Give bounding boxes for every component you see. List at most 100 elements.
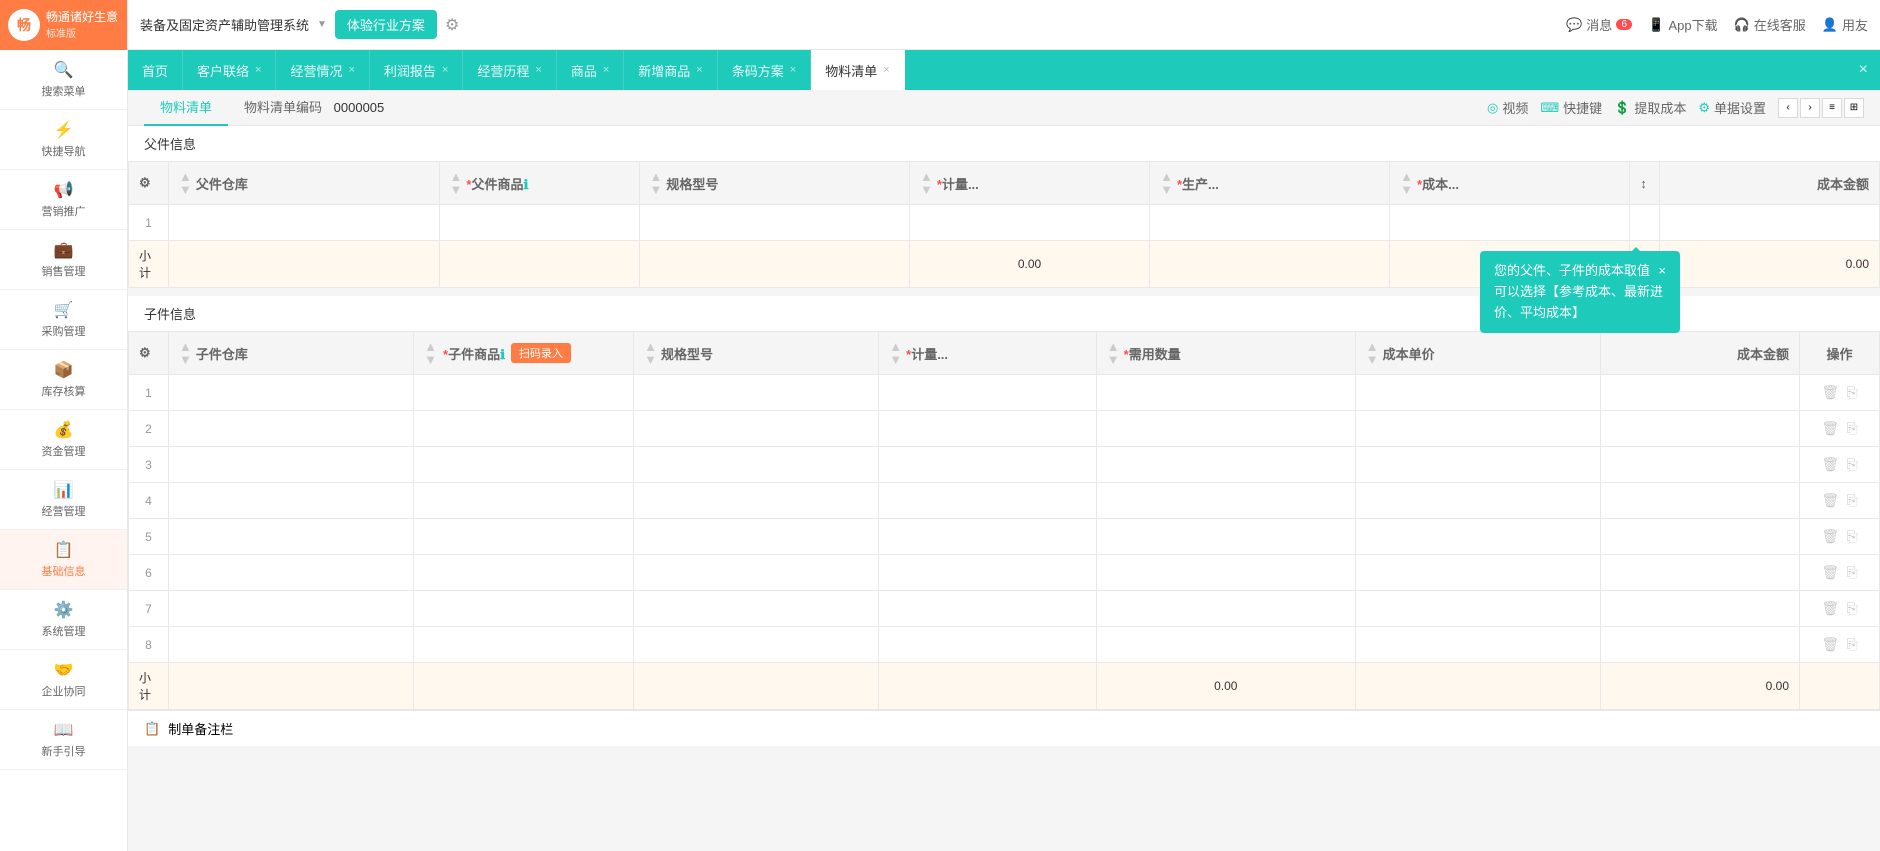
child-row-1-copy-icon[interactable]: ⎘ — [1846, 384, 1857, 400]
child-row-1-goods[interactable] — [414, 375, 634, 411]
system-dropdown-arrow[interactable]: ▼ — [317, 19, 327, 30]
child-row-4-warehouse[interactable] — [169, 483, 414, 519]
child-row-6-qty[interactable] — [1096, 555, 1355, 591]
child-row-3-cost-amount[interactable] — [1600, 447, 1799, 483]
child-row-7-qty[interactable] — [1096, 591, 1355, 627]
parent-row-1-sort[interactable] — [1630, 205, 1660, 241]
child-row-6-warehouse[interactable] — [169, 555, 414, 591]
child-row-4-unit-cost[interactable] — [1355, 483, 1600, 519]
child-row-2-copy-icon[interactable]: ⎘ — [1846, 420, 1857, 436]
child-row-7-goods[interactable] — [414, 591, 634, 627]
child-row-5-warehouse[interactable] — [169, 519, 414, 555]
child-row-8-goods[interactable] — [414, 627, 634, 663]
tab-operations-status[interactable]: 经营情况 × — [276, 50, 369, 90]
sidebar-item-quick-nav[interactable]: ⚡ 快捷导航 — [0, 110, 127, 170]
tab-home[interactable]: 首页 — [128, 50, 183, 90]
child-row-2-unit-cost[interactable] — [1355, 411, 1600, 447]
sidebar-item-sales[interactable]: 💼 销售管理 — [0, 230, 127, 290]
child-goods-info-icon[interactable]: ℹ — [500, 347, 505, 362]
tab-customer-close[interactable]: × — [255, 64, 261, 76]
child-row-8-copy-icon[interactable]: ⎘ — [1846, 636, 1857, 652]
nav-next-button[interactable]: › — [1800, 98, 1820, 118]
tab-bom[interactable]: 物料清单 × — [811, 50, 904, 90]
child-row-3-unit[interactable] — [879, 447, 1097, 483]
child-row-5-spec[interactable] — [634, 519, 879, 555]
tab-operations-status-close[interactable]: × — [348, 64, 354, 76]
child-row-8-unit-cost[interactable] — [1355, 627, 1600, 663]
child-row-6-spec[interactable] — [634, 555, 879, 591]
child-row-7-spec[interactable] — [634, 591, 879, 627]
child-row-4-qty[interactable] — [1096, 483, 1355, 519]
child-row-2-cost-amount[interactable] — [1600, 411, 1799, 447]
child-row-7-unit-cost[interactable] — [1355, 591, 1600, 627]
tab-barcode-close[interactable]: × — [790, 64, 796, 76]
child-row-3-warehouse[interactable] — [169, 447, 414, 483]
try-button[interactable]: 体验行业方案 — [335, 10, 437, 39]
child-row-1-qty[interactable] — [1096, 375, 1355, 411]
child-row-3-copy-icon[interactable]: ⎘ — [1846, 456, 1857, 472]
child-row-5-qty[interactable] — [1096, 519, 1355, 555]
tab-new-goods-close[interactable]: × — [696, 64, 702, 76]
sidebar-item-finance[interactable]: 💰 资金管理 — [0, 410, 127, 470]
child-row-6-unit[interactable] — [879, 555, 1097, 591]
sidebar-item-basic[interactable]: 📋 基础信息 — [0, 530, 127, 590]
child-row-8-cost-amount[interactable] — [1600, 627, 1799, 663]
parent-row-1-cost[interactable] — [1390, 205, 1630, 241]
child-row-6-unit-cost[interactable] — [1355, 555, 1600, 591]
message-button[interactable]: 💬 消息 6 — [1566, 15, 1632, 34]
child-row-5-delete-icon[interactable]: 🗑 — [1821, 528, 1839, 544]
child-row-1-spec[interactable] — [634, 375, 879, 411]
sidebar-item-purchase[interactable]: 🛒 采购管理 — [0, 290, 127, 350]
tab-history[interactable]: 经营历程 × — [463, 50, 556, 90]
child-row-3-spec[interactable] — [634, 447, 879, 483]
tooltip-close-button[interactable]: × — [1658, 261, 1666, 282]
child-row-7-unit[interactable] — [879, 591, 1097, 627]
child-row-5-goods[interactable] — [414, 519, 634, 555]
tab-new-goods[interactable]: 新增商品 × — [624, 50, 717, 90]
child-row-2-unit[interactable] — [879, 411, 1097, 447]
child-row-6-cost-amount[interactable] — [1600, 555, 1799, 591]
scan-button[interactable]: 扫码录入 — [511, 343, 571, 363]
child-row-2-qty[interactable] — [1096, 411, 1355, 447]
parent-row-1-production[interactable] — [1150, 205, 1390, 241]
child-row-2-warehouse[interactable] — [169, 411, 414, 447]
child-row-5-unit-cost[interactable] — [1355, 519, 1600, 555]
tab-goods-close[interactable]: × — [603, 64, 609, 76]
sidebar-item-cooperation[interactable]: 🤝 企业协同 — [0, 650, 127, 710]
child-row-3-goods[interactable] — [414, 447, 634, 483]
child-row-3-delete-icon[interactable]: 🗑 — [1821, 456, 1839, 472]
child-row-8-unit[interactable] — [879, 627, 1097, 663]
child-row-1-cost-amount[interactable] — [1600, 375, 1799, 411]
single-settings-button[interactable]: ⚙ 单据设置 — [1698, 98, 1766, 117]
child-row-1-unit-cost[interactable] — [1355, 375, 1600, 411]
child-row-3-qty[interactable] — [1096, 447, 1355, 483]
tab-history-close[interactable]: × — [535, 64, 541, 76]
user-menu[interactable]: 👤 用友 — [1822, 15, 1868, 34]
parent-row-1-cost-amount[interactable] — [1660, 205, 1880, 241]
app-download-button[interactable]: 📱 App下载 — [1648, 15, 1717, 34]
tab-bom-close[interactable]: × — [883, 64, 889, 76]
sidebar-item-marketing[interactable]: 📢 营销推广 — [0, 170, 127, 230]
nav-menu-button[interactable]: ≡ — [1822, 98, 1842, 118]
child-row-1-warehouse[interactable] — [169, 375, 414, 411]
child-row-2-goods[interactable] — [414, 411, 634, 447]
child-row-1-delete-icon[interactable]: 🗑 — [1821, 384, 1839, 400]
nav-grid-button[interactable]: ⊞ — [1844, 98, 1864, 118]
child-row-4-spec[interactable] — [634, 483, 879, 519]
child-row-5-cost-amount[interactable] — [1600, 519, 1799, 555]
child-row-5-copy-icon[interactable]: ⎘ — [1846, 528, 1857, 544]
sidebar-item-search[interactable]: 🔍 搜索菜单 — [0, 50, 127, 110]
sidebar-item-inventory[interactable]: 📦 库存核算 — [0, 350, 127, 410]
child-row-4-unit[interactable] — [879, 483, 1097, 519]
child-col-settings[interactable]: ⚙ — [129, 332, 169, 375]
shortcut-button[interactable]: ⌨ 快捷键 — [1540, 98, 1602, 117]
child-row-7-warehouse[interactable] — [169, 591, 414, 627]
parent-row-1-warehouse[interactable] — [169, 205, 440, 241]
child-row-3-unit-cost[interactable] — [1355, 447, 1600, 483]
sidebar-item-system[interactable]: ⚙️ 系统管理 — [0, 590, 127, 650]
parent-col-settings[interactable]: ⚙ — [129, 162, 169, 205]
global-close-button[interactable]: × — [1847, 61, 1880, 79]
child-row-4-delete-icon[interactable]: 🗑 — [1821, 492, 1839, 508]
child-row-8-warehouse[interactable] — [169, 627, 414, 663]
parent-row-1-goods[interactable] — [439, 205, 639, 241]
